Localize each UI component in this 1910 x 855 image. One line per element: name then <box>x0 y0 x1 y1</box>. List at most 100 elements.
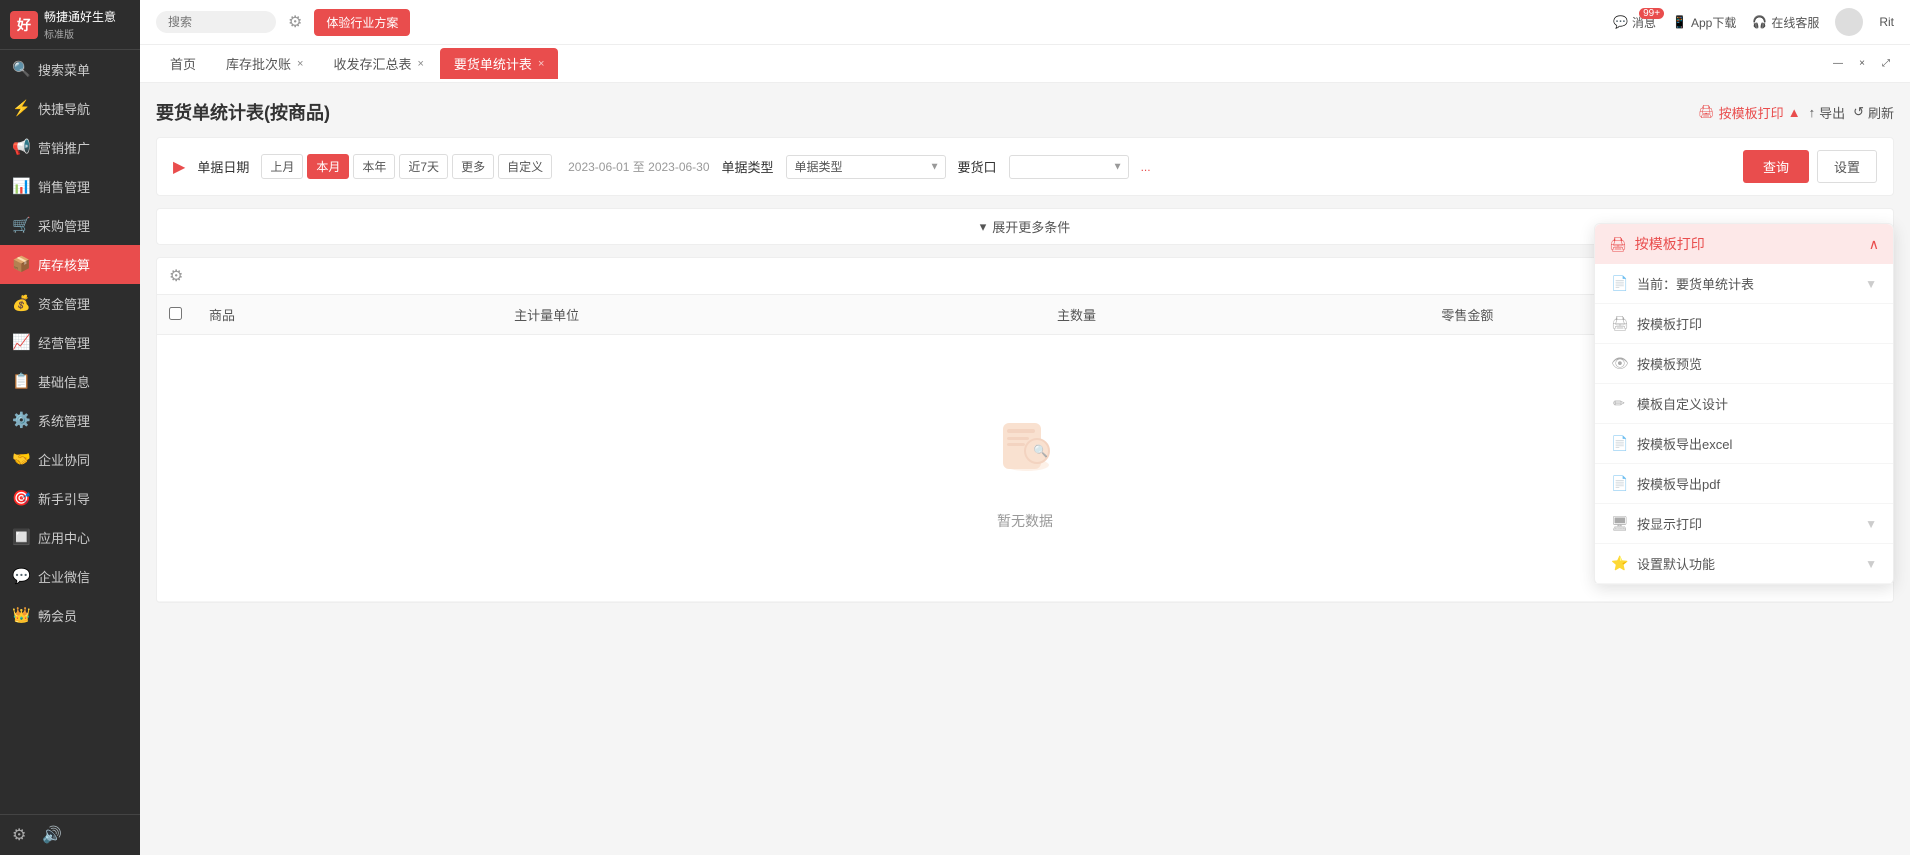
template-excel-item[interactable]: 📄 按模板导出excel <box>1595 424 1893 464</box>
current-template-arrow: ▼ <box>1865 277 1877 291</box>
sidebar-item-apps[interactable]: 🔲 应用中心 <box>0 518 140 557</box>
tab-collection-close[interactable]: × <box>417 58 423 70</box>
expand-icon: ▾ <box>980 219 987 235</box>
username-label[interactable]: Rit <box>1879 15 1894 29</box>
filter-right-actions: 查询 设置 <box>1743 150 1877 183</box>
tab-order-stats[interactable]: 要货单统计表 × <box>440 48 558 79</box>
dropdown-header: 🖨 按模板打印 ∧ <box>1595 224 1893 264</box>
sidebar-footer: ⚙ 🔊 <box>0 814 140 855</box>
sidebar-item-inventory[interactable]: 📦 库存核算 <box>0 245 140 284</box>
sidebar-item-shortcut[interactable]: ⚡ 快捷导航 <box>0 89 140 128</box>
sidebar-search[interactable]: 🔍 搜索菜单 <box>0 50 140 89</box>
select-all-checkbox[interactable] <box>169 307 182 320</box>
display-print-arrow: ▼ <box>1865 517 1877 531</box>
sidebar-item-basics[interactable]: 📋 基础信息 <box>0 362 140 401</box>
date-custom[interactable]: 自定义 <box>498 154 552 179</box>
sidebar-item-sales[interactable]: 📊 销售管理 <box>0 167 140 206</box>
set-default-item[interactable]: ⭐ 设置默认功能 ▼ <box>1595 544 1893 584</box>
online-service-button[interactable]: 🎧 在线客服 <box>1752 14 1819 31</box>
sidebar-item-marketing[interactable]: 📢 营销推广 <box>0 128 140 167</box>
filter-settings-button[interactable]: 设置 <box>1817 150 1877 183</box>
date-this-month[interactable]: 本月 <box>307 154 349 179</box>
type-select-wrapper: 单据类型 <box>786 155 946 179</box>
print-arrow-icon: ▲ <box>1788 105 1801 120</box>
table-settings-icon[interactable]: ⚙ <box>169 266 183 286</box>
user-avatar[interactable] <box>1835 8 1863 36</box>
basics-icon: 📋 <box>12 372 30 390</box>
dropdown-header-left: 🖨 按模板打印 <box>1609 234 1705 254</box>
filter-expand-toggle[interactable]: ▶ <box>173 157 185 177</box>
query-button[interactable]: 查询 <box>1743 150 1809 183</box>
date-this-year[interactable]: 本年 <box>353 154 395 179</box>
sidebar-item-member[interactable]: 👑 畅会员 <box>0 596 140 635</box>
app-download-button[interactable]: 📱 App下载 <box>1672 14 1736 31</box>
tab-collection[interactable]: 收发存汇总表 × <box>319 48 437 79</box>
topbar-gear-icon[interactable]: ⚙ <box>288 12 302 32</box>
message-button[interactable]: 💬 消息 99+ <box>1613 14 1656 31</box>
template-design-item[interactable]: ✏ 模板自定义设计 <box>1595 384 1893 424</box>
type-select[interactable]: 单据类型 <box>786 155 946 179</box>
filter-bar: ▶ 单据日期 上月 本月 本年 近7天 更多 自定义 2023-06-01 至 … <box>156 137 1894 196</box>
sidebar-item-purchase[interactable]: 🛒 采购管理 <box>0 206 140 245</box>
template-preview-item[interactable]: 👁 按模板预览 <box>1595 344 1893 384</box>
order-field-select[interactable] <box>1009 155 1129 179</box>
current-template-icon: 📄 <box>1611 275 1627 292</box>
sidebar-item-wechat[interactable]: 💬 企业微信 <box>0 557 140 596</box>
date-last-7days[interactable]: 近7天 <box>399 154 448 179</box>
export-button[interactable]: ↑ 导出 <box>1809 103 1846 122</box>
date-last-month[interactable]: 上月 <box>261 154 303 179</box>
template-design-icon: ✏ <box>1611 395 1627 412</box>
window-close[interactable]: × <box>1854 56 1870 72</box>
display-print-content: 🖥 按显示打印 <box>1611 514 1702 533</box>
sidebar-item-operations[interactable]: 📈 经营管理 <box>0 323 140 362</box>
page-title: 要货单统计表(按商品) <box>156 99 330 125</box>
template-pdf-item[interactable]: 📄 按模板导出pdf <box>1595 464 1893 504</box>
topbar-right: 💬 消息 99+ 📱 App下载 🎧 在线客服 Rit <box>1613 8 1894 36</box>
dropdown-printer-icon: 🖨 <box>1609 236 1627 253</box>
tab-batch[interactable]: 库存批次账 × <box>212 48 317 79</box>
date-label: 单据日期 <box>197 157 249 176</box>
svg-text:🔍: 🔍 <box>1033 443 1048 458</box>
template-print-item[interactable]: 🖨 按模板打印 <box>1595 304 1893 344</box>
sidebar-item-system[interactable]: ⚙️ 系统管理 <box>0 401 140 440</box>
system-icon: ⚙️ <box>12 411 30 429</box>
window-minimize[interactable]: — <box>1830 56 1846 72</box>
page-actions: 🖨 按模板打印 ▲ ↑ 导出 ↺ 刷新 <box>1698 103 1894 122</box>
sidebar-item-finance[interactable]: 💰 资金管理 <box>0 284 140 323</box>
template-excel-icon: 📄 <box>1611 435 1627 452</box>
print-button[interactable]: 🖨 按模板打印 ▲ <box>1698 103 1800 122</box>
apps-icon: 🔲 <box>12 528 30 546</box>
set-default-arrow: ▼ <box>1865 557 1877 571</box>
print-dropdown-panel: 🖨 按模板打印 ∧ 📄 当前：要货单统计表 ▼ 🖨 按模板打印 👁 <box>1594 223 1894 585</box>
dropdown-close-button[interactable]: ∧ <box>1869 236 1879 253</box>
display-print-item[interactable]: 🖥 按显示打印 ▼ <box>1595 504 1893 544</box>
topbar-search-input[interactable] <box>156 11 276 33</box>
template-print-icon: 🖨 <box>1611 315 1627 332</box>
col-unit: 主计量单位 <box>502 295 1045 335</box>
member-icon: 👑 <box>12 606 30 624</box>
shortcut-icon: ⚡ <box>12 99 30 117</box>
type-label: 单据类型 <box>722 157 774 176</box>
operations-icon: 📈 <box>12 333 30 351</box>
sidebar-nav: ⚡ 快捷导航 📢 营销推广 📊 销售管理 🛒 采购管理 📦 库存核算 💰 资金管… <box>0 89 140 814</box>
date-more[interactable]: 更多 <box>452 154 494 179</box>
sound-footer-icon[interactable]: 🔊 <box>42 825 62 845</box>
app-logo-icon: 好 <box>10 11 38 39</box>
settings-footer-icon[interactable]: ⚙ <box>12 825 26 845</box>
purchase-icon: 🛒 <box>12 216 30 234</box>
topbar: ⚙ 体验行业方案 💬 消息 99+ 📱 App下载 🎧 在线客服 Rit <box>140 0 1910 45</box>
tab-batch-close[interactable]: × <box>297 58 303 70</box>
set-default-icon: ⭐ <box>1611 555 1627 572</box>
tab-home[interactable]: 首页 <box>156 48 210 79</box>
sidebar-item-newbie[interactable]: 🎯 新手引导 <box>0 479 140 518</box>
window-maximize[interactable]: ⤢ <box>1878 56 1894 72</box>
sales-icon: 📊 <box>12 177 30 195</box>
current-template-item[interactable]: 📄 当前：要货单统计表 ▼ <box>1595 264 1893 304</box>
tab-order-stats-close[interactable]: × <box>538 58 544 70</box>
sidebar-item-collab[interactable]: 🤝 企业协同 <box>0 440 140 479</box>
refresh-button[interactable]: ↺ 刷新 <box>1853 103 1894 122</box>
empty-icon: 🔍 <box>985 405 1065 499</box>
template-pdf-icon: 📄 <box>1611 475 1627 492</box>
col-checkbox <box>157 295 197 335</box>
trial-button[interactable]: 体验行业方案 <box>314 9 410 36</box>
